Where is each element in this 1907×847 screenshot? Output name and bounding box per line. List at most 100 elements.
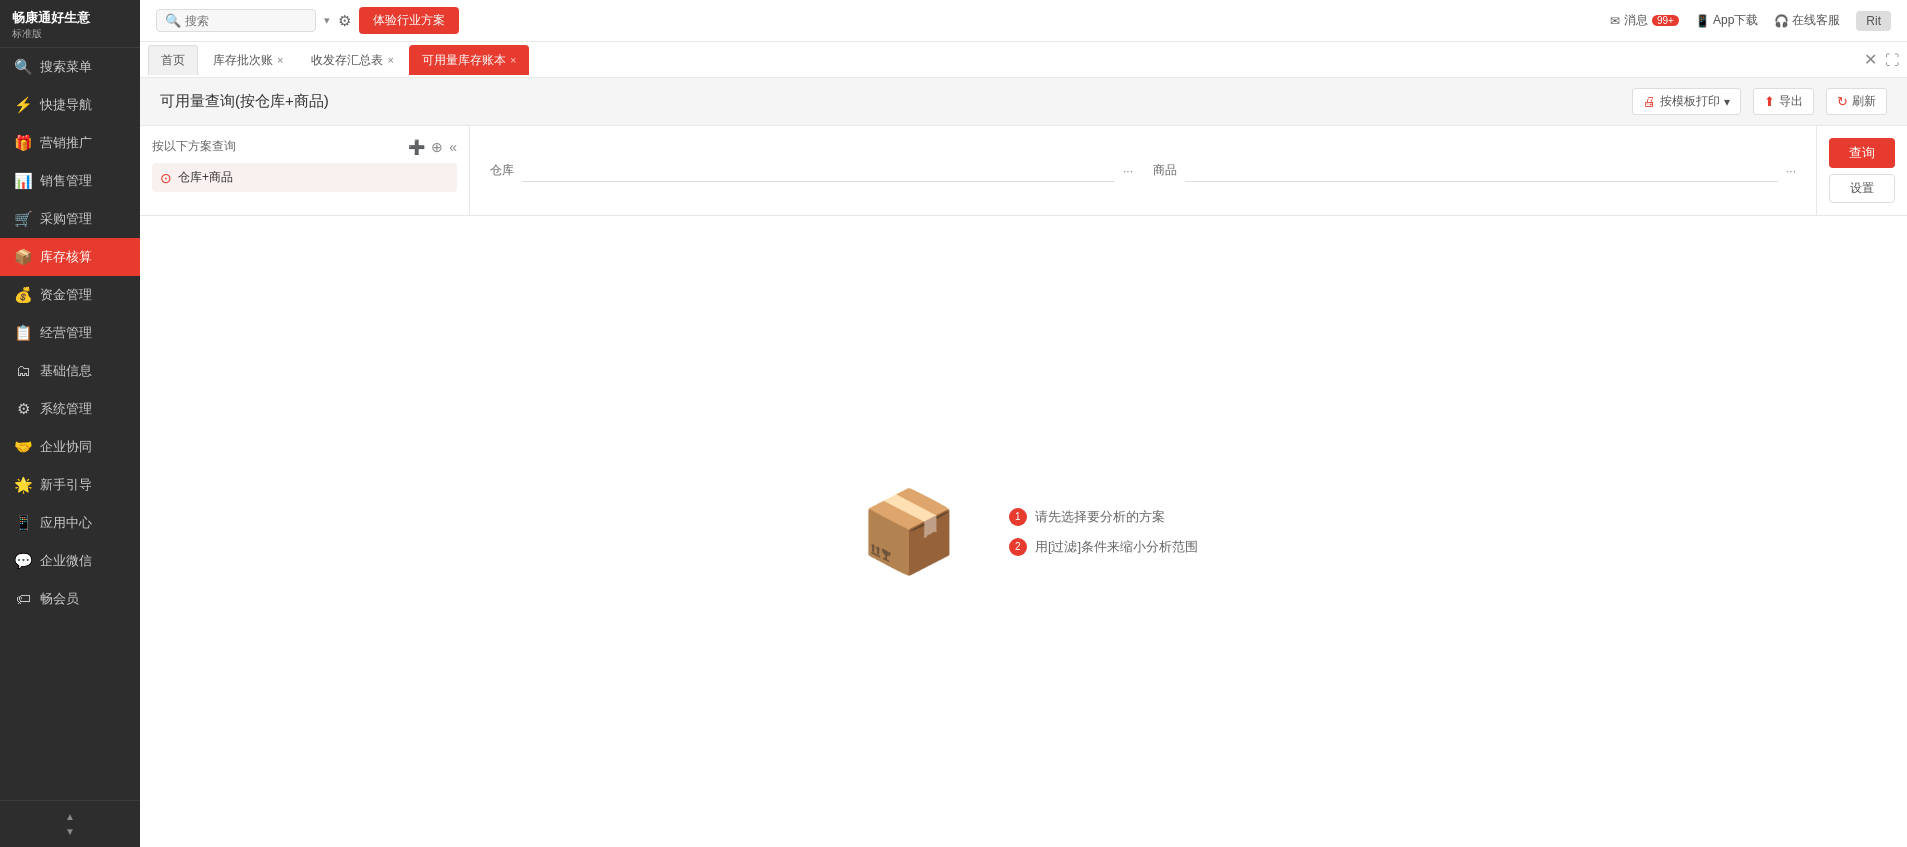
sidebar-item-label: 销售管理 — [40, 172, 92, 190]
goods-field-label: 商品 — [1153, 162, 1177, 179]
sidebar-item-finance[interactable]: 💰 资金管理 — [0, 276, 140, 314]
user-avatar[interactable]: Rit — [1856, 11, 1891, 31]
export-button[interactable]: ⬆ 导出 — [1753, 88, 1814, 115]
dropdown-arrow-icon[interactable]: ▾ — [324, 14, 330, 27]
page-title: 可用量查询(按仓库+商品) — [160, 92, 329, 111]
scroll-down-arrow[interactable]: ▼ — [63, 824, 77, 839]
tab-available-close-icon[interactable]: × — [510, 54, 516, 66]
sidebar-item-sales[interactable]: 📊 销售管理 — [0, 162, 140, 200]
tip-text-1: 请先选择要分析的方案 — [1035, 508, 1165, 526]
settings-gear-icon[interactable]: ⚙ — [338, 12, 351, 30]
print-button[interactable]: 🖨 按模板打印 ▾ — [1632, 88, 1741, 115]
page-actions: 🖨 按模板打印 ▾ ⬆ 导出 ↻ 刷新 — [1632, 88, 1887, 115]
warehouse-field-label: 仓库 — [490, 162, 514, 179]
tab-close-all-icon[interactable]: ✕ — [1864, 50, 1877, 69]
sidebar-item-purchase[interactable]: 🛒 采购管理 — [0, 200, 140, 238]
print-icon: 🖨 — [1643, 94, 1656, 109]
message-label: 消息 — [1624, 12, 1648, 29]
tabs-actions: ✕ ⛶ — [1864, 50, 1899, 69]
page-header: 可用量查询(按仓库+商品) 🖨 按模板打印 ▾ ⬆ 导出 ↻ 刷新 — [140, 78, 1907, 126]
scheme-item-warehouse-goods[interactable]: ⊙ 仓库+商品 — [152, 163, 457, 192]
search-input[interactable] — [185, 14, 305, 28]
app-icon: 📱 — [1695, 14, 1710, 28]
tip-item-2: 2 用[过滤]条件来缩小分析范围 — [1009, 538, 1198, 556]
print-dropdown-icon[interactable]: ▾ — [1724, 95, 1730, 109]
sidebar-item-newbie[interactable]: 🌟 新手引导 — [0, 466, 140, 504]
tab-available[interactable]: 可用量库存账本 × — [409, 45, 529, 75]
message-button[interactable]: ✉ 消息 99+ — [1610, 12, 1679, 29]
sidebar-header: 畅康通好生意 标准版 — [0, 0, 140, 48]
tip-number-2: 2 — [1009, 538, 1027, 556]
scheme-label: 仓库+商品 — [178, 169, 233, 186]
sidebar-edition: 标准版 — [12, 27, 128, 41]
tip-item-1: 1 请先选择要分析的方案 — [1009, 508, 1198, 526]
sidebar-item-wechat[interactable]: 💬 企业微信 — [0, 542, 140, 580]
scheme-settings-icon[interactable]: ⊕ — [431, 139, 443, 155]
tab-home[interactable]: 首页 — [148, 45, 198, 75]
sidebar-item-marketing[interactable]: 🎁 营销推广 — [0, 124, 140, 162]
chart-icon: 📊 — [14, 172, 32, 190]
search-icon: 🔍 — [14, 58, 32, 76]
goods-field: 商品 ··· — [1153, 159, 1796, 182]
goods-more-icon[interactable]: ··· — [1786, 164, 1796, 178]
refresh-icon: ↻ — [1837, 94, 1848, 109]
sidebar-item-system[interactable]: ⚙ 系统管理 — [0, 390, 140, 428]
app-download-button[interactable]: 📱 App下载 — [1695, 12, 1758, 29]
warehouse-more-icon[interactable]: ··· — [1123, 164, 1133, 178]
query-button[interactable]: 查询 — [1829, 138, 1895, 168]
tab-summary-close-icon[interactable]: × — [387, 54, 393, 66]
topbar: 🔍 ▾ ⚙ 体验行业方案 ✉ 消息 99+ 📱 App下载 🎧 在线客服 Rit — [140, 0, 1907, 42]
scroll-up-arrow[interactable]: ▲ — [63, 809, 77, 824]
query-sidebar-actions: ➕ ⊕ « — [408, 139, 457, 155]
empty-state: 📦 1 请先选择要分析的方案 2 用[过滤]条件来缩小分析范围 — [140, 216, 1907, 847]
cart-icon: 🛒 — [14, 210, 32, 228]
tip-number-1: 1 — [1009, 508, 1027, 526]
sidebar-item-shortcut[interactable]: ⚡ 快捷导航 — [0, 86, 140, 124]
query-fields: 仓库 ··· 商品 ··· — [470, 126, 1816, 215]
star-icon: 🌟 — [14, 476, 32, 494]
tab-summary[interactable]: 收发存汇总表 × — [298, 45, 406, 75]
query-sidebar-header: 按以下方案查询 ➕ ⊕ « — [152, 138, 457, 155]
sidebar-item-member[interactable]: 🏷 畅会员 — [0, 580, 140, 618]
collapse-icon[interactable]: « — [449, 139, 457, 155]
handshake-icon: 🤝 — [14, 438, 32, 456]
money-icon: 💰 — [14, 286, 32, 304]
sidebar-item-basic[interactable]: 🗂 基础信息 — [0, 352, 140, 390]
sidebar-item-inventory[interactable]: 📦 库存核算 — [0, 238, 140, 276]
refresh-label: 刷新 — [1852, 93, 1876, 110]
sidebar-item-label: 系统管理 — [40, 400, 92, 418]
topbar-left: 🔍 ▾ ⚙ 体验行业方案 — [156, 7, 459, 34]
refresh-button[interactable]: ↻ 刷新 — [1826, 88, 1887, 115]
sidebar-item-label: 基础信息 — [40, 362, 92, 380]
sidebar-item-operations[interactable]: 📋 经营管理 — [0, 314, 140, 352]
tab-summary-label: 收发存汇总表 — [311, 52, 383, 69]
message-badge: 99+ — [1652, 15, 1679, 26]
industry-solution-button[interactable]: 体验行业方案 — [359, 7, 459, 34]
goods-input[interactable] — [1185, 159, 1778, 182]
flash-icon: ⚡ — [14, 96, 32, 114]
mobile-icon: 📱 — [14, 514, 32, 532]
add-scheme-icon[interactable]: ➕ — [408, 139, 425, 155]
sidebar-item-enterprise[interactable]: 🤝 企业协同 — [0, 428, 140, 466]
warehouse-input[interactable] — [522, 159, 1115, 182]
sidebar-item-apps[interactable]: 📱 应用中心 — [0, 504, 140, 542]
topbar-search-box[interactable]: 🔍 — [156, 9, 316, 32]
expand-icon[interactable]: ⛶ — [1885, 52, 1899, 68]
operations-icon: 📋 — [14, 324, 32, 342]
gift-icon: 🎁 — [14, 134, 32, 152]
query-action-buttons: 查询 设置 — [1816, 126, 1907, 215]
query-area: 按以下方案查询 ➕ ⊕ « ⊙ 仓库+商品 仓库 ··· 商品 ·· — [140, 126, 1907, 216]
column-settings-button[interactable]: 设置 — [1829, 174, 1895, 203]
online-service-button[interactable]: 🎧 在线客服 — [1774, 12, 1840, 29]
sidebar-item-label: 畅会员 — [40, 590, 79, 608]
sidebar-item-search[interactable]: 🔍 搜索菜单 — [0, 48, 140, 86]
sidebar-item-label: 搜索菜单 — [40, 58, 92, 76]
sidebar-scroll-arrows: ▲ ▼ — [0, 809, 140, 839]
message-icon: ✉ — [1610, 14, 1620, 28]
tab-batch-close-icon[interactable]: × — [277, 54, 283, 66]
sidebar-brand: 畅康通好生意 — [12, 10, 128, 27]
tab-batch[interactable]: 库存批次账 × — [200, 45, 296, 75]
empty-illustration: 📦 — [849, 472, 969, 592]
empty-tips: 1 请先选择要分析的方案 2 用[过滤]条件来缩小分析范围 — [1009, 508, 1198, 556]
avatar-text: Rit — [1866, 14, 1881, 28]
